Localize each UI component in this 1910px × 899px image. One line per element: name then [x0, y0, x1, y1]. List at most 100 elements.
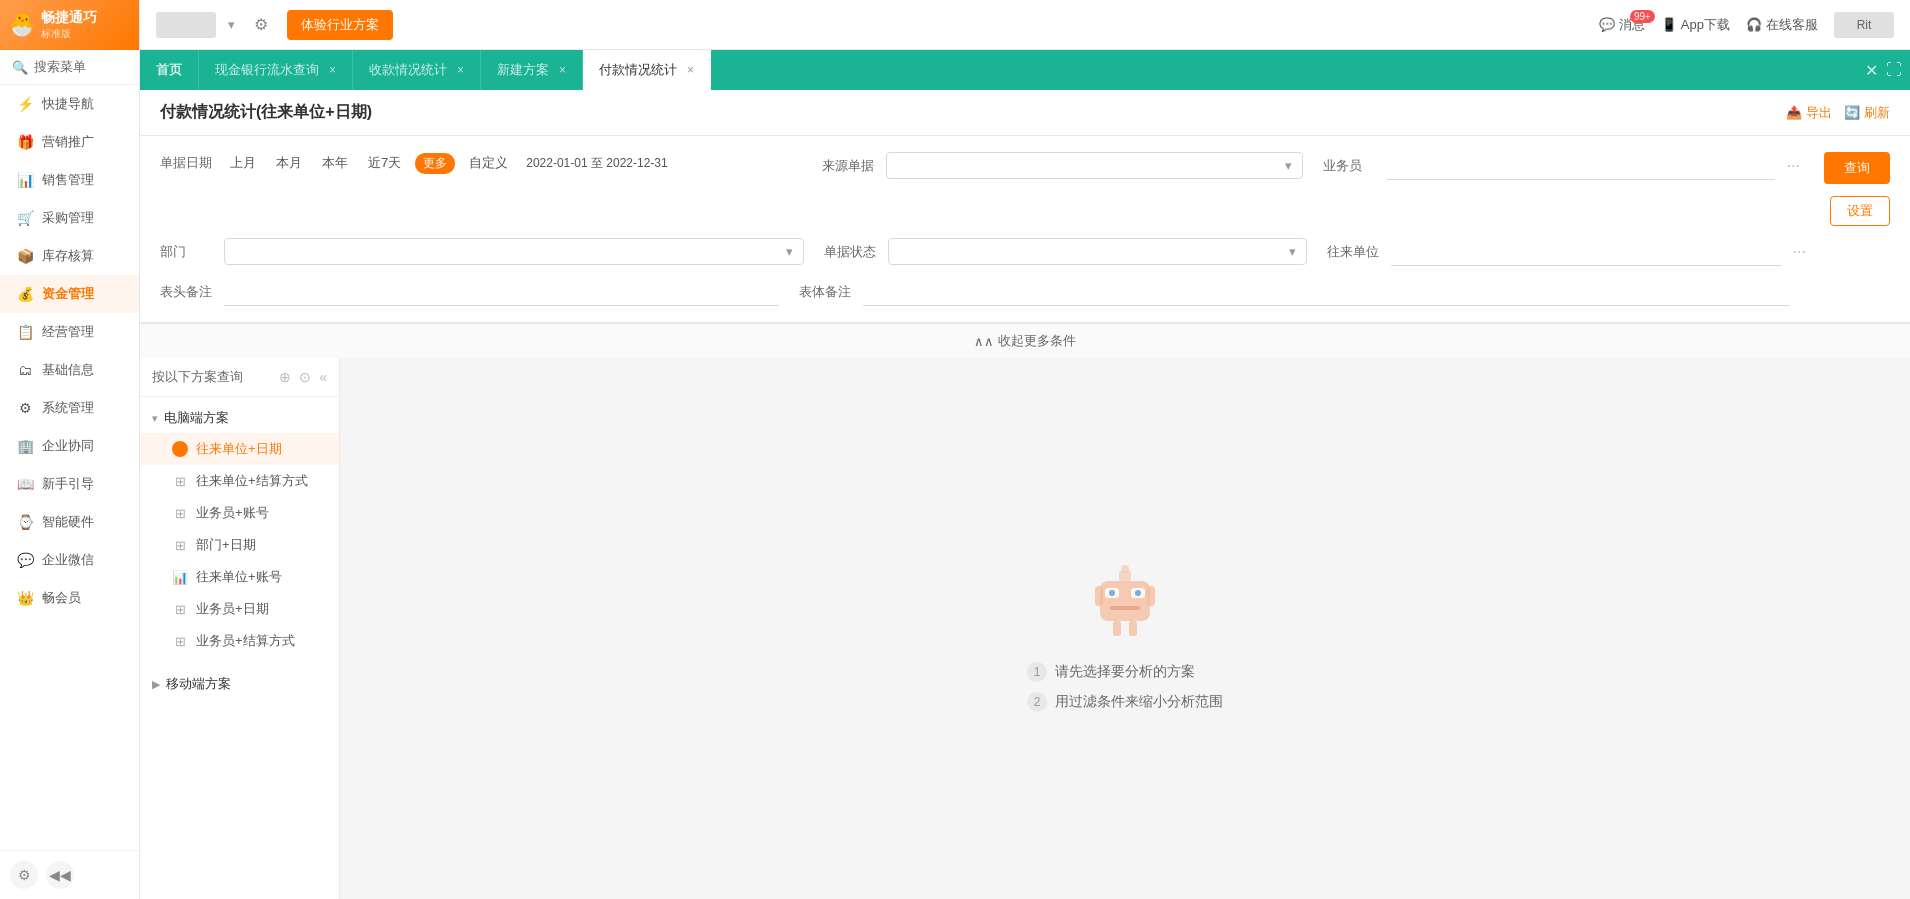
sidebar-item-quick-nav[interactable]: ⚡ 快捷导航	[0, 85, 139, 123]
partner-label: 往来单位	[1327, 243, 1383, 261]
date-opt-custom[interactable]: 自定义	[463, 152, 514, 174]
sidebar-item-label: 快捷导航	[42, 95, 94, 113]
scheme-staff-settlement[interactable]: ⊞ 业务员+结算方式	[140, 625, 339, 657]
empty-state: 1 请先选择要分析的方案 2 用过滤条件来缩小分析范围	[1027, 546, 1223, 712]
tip-text-2: 用过滤条件来缩小分析范围	[1055, 693, 1223, 711]
query-button[interactable]: 查询	[1824, 152, 1890, 184]
sidebar-item-member[interactable]: 👑 畅会员	[0, 579, 139, 617]
tab-receive-close[interactable]: ×	[457, 63, 464, 77]
sidebar-item-sales[interactable]: 📊 销售管理	[0, 161, 139, 199]
tab-payment-close[interactable]: ×	[687, 63, 694, 77]
message-badge: 99+	[1630, 10, 1655, 23]
date-opt-this-year[interactable]: 本年	[316, 152, 354, 174]
scheme-partner-settlement[interactable]: ⊞ 往来单位+结算方式	[140, 465, 339, 497]
purchase-icon: 🛒	[16, 209, 34, 227]
filter-doc-status: 单据状态 ▾	[824, 238, 1307, 265]
refresh-button[interactable]: 🔄 刷新	[1844, 104, 1890, 122]
scheme-settings-button[interactable]: ⊙	[299, 369, 311, 385]
tab-receive[interactable]: 收款情况统计 ×	[353, 50, 481, 90]
marketing-icon: 🎁	[16, 133, 34, 151]
topbar: ▾ ⚙ 体验行业方案 💬 消息 99+ 📱 App下载 🎧 在线客服 Rit	[140, 0, 1910, 50]
setting-button[interactable]: 设置	[1830, 196, 1890, 226]
inventory-icon: 📦	[16, 247, 34, 265]
message-button[interactable]: 💬 消息 99+	[1599, 16, 1645, 34]
tip-num-2: 2	[1027, 692, 1047, 712]
partner-dots-button[interactable]: ···	[1789, 243, 1810, 261]
doc-status-label: 单据状态	[824, 243, 880, 261]
svg-rect-5	[1147, 586, 1155, 606]
page-header: 付款情况统计(往来单位+日期) 📤 导出 🔄 刷新	[140, 90, 1910, 136]
tab-new-plan-close[interactable]: ×	[559, 63, 566, 77]
mobile-scheme-group-header[interactable]: ▶ 移动端方案	[140, 669, 339, 699]
sidebar-item-basic-info[interactable]: 🗂 基础信息	[0, 351, 139, 389]
sidebar-item-label: 营销推广	[42, 133, 94, 151]
tab-payment[interactable]: 付款情况统计 ×	[583, 50, 711, 90]
user-avatar[interactable]: Rit	[1834, 12, 1894, 38]
sidebar-collapse-button[interactable]: ◀◀	[46, 861, 74, 889]
dept-select[interactable]: ▾	[224, 238, 804, 265]
sidebar-item-label: 企业微信	[42, 551, 94, 569]
sidebar-item-operations[interactable]: 📋 经营管理	[0, 313, 139, 351]
sidebar-item-system[interactable]: ⚙ 系统管理	[0, 389, 139, 427]
pc-group-arrow: ▾	[152, 412, 158, 425]
source-select[interactable]: ▾	[886, 152, 1303, 179]
sidebar-item-enterprise[interactable]: 🏢 企业协同	[0, 427, 139, 465]
scheme-staff-account[interactable]: ⊞ 业务员+账号	[140, 497, 339, 529]
content-wrapper: 付款情况统计(往来单位+日期) 📤 导出 🔄 刷新 单据日期 上月	[140, 90, 1910, 899]
filter-row-1: 单据日期 上月 本月 本年 近7天 更多 自定义 2022-01-01 至 20…	[160, 152, 1890, 226]
date-opt-this-month[interactable]: 本月	[270, 152, 308, 174]
sidebar-item-purchase[interactable]: 🛒 采购管理	[0, 199, 139, 237]
collapse-panel-button[interactable]: «	[319, 369, 327, 385]
sidebar-settings-button[interactable]: ⚙	[10, 861, 38, 889]
table-body-note-input[interactable]	[863, 278, 1790, 306]
filter-row-2: 部门 ▾ 单据状态 ▾ 往来单位	[160, 238, 1890, 266]
date-opt-last-month[interactable]: 上月	[224, 152, 262, 174]
scheme-table-icon: ⊞	[172, 601, 188, 617]
date-opt-last-7days[interactable]: 近7天	[362, 152, 407, 174]
scheme-table-icon: ⊞	[172, 473, 188, 489]
date-opt-more[interactable]: 更多	[415, 153, 455, 174]
tab-cashflow[interactable]: 现金银行流水查询 ×	[199, 50, 353, 90]
scheme-dept-date[interactable]: ⊞ 部门+日期	[140, 529, 339, 561]
staff-dots-button[interactable]: ···	[1783, 157, 1804, 175]
add-scheme-button[interactable]: ⊕	[279, 369, 291, 385]
scheme-label: 往来单位+日期	[196, 440, 282, 458]
tab-home[interactable]: 首页	[140, 50, 199, 90]
pc-scheme-group-header[interactable]: ▾ 电脑端方案	[140, 403, 339, 433]
tab-expand-button[interactable]: ⛶	[1886, 61, 1902, 79]
export-icon: 📤	[1786, 105, 1802, 120]
sidebar-item-guide[interactable]: 📖 新手引导	[0, 465, 139, 503]
sidebar-item-wechat[interactable]: 💬 企业微信	[0, 541, 139, 579]
tab-cashflow-close[interactable]: ×	[329, 63, 336, 77]
table-header-note-input[interactable]	[224, 278, 779, 306]
sidebar-item-capital[interactable]: 💰 资金管理	[0, 275, 139, 313]
main-area: ▾ ⚙ 体验行业方案 💬 消息 99+ 📱 App下载 🎧 在线客服 Rit	[140, 0, 1910, 899]
tab-close-all-button[interactable]: ✕	[1865, 61, 1878, 80]
scheme-partner-date[interactable]: 往来单位+日期	[140, 433, 339, 465]
partner-input[interactable]	[1391, 238, 1781, 266]
app-download-button[interactable]: 📱 App下载	[1661, 16, 1730, 34]
staff-input[interactable]	[1387, 152, 1775, 180]
refresh-icon: 🔄	[1844, 105, 1860, 120]
sidebar-item-hardware[interactable]: ⌚ 智能硬件	[0, 503, 139, 541]
service-button[interactable]: 🎧 在线客服	[1746, 16, 1818, 34]
doc-status-select[interactable]: ▾	[888, 238, 1307, 265]
topbar-gear-button[interactable]: ⚙	[247, 11, 275, 39]
scheme-staff-date[interactable]: ⊞ 业务员+日期	[140, 593, 339, 625]
sidebar-item-inventory[interactable]: 📦 库存核算	[0, 237, 139, 275]
topbar-right: 💬 消息 99+ 📱 App下载 🎧 在线客服 Rit	[1599, 12, 1894, 38]
scheme-partner-account[interactable]: 📊 往来单位+账号	[140, 561, 339, 593]
sidebar-logo-text: 畅捷通巧	[41, 9, 97, 27]
empty-tips: 1 请先选择要分析的方案 2 用过滤条件来缩小分析范围	[1027, 662, 1223, 712]
export-button[interactable]: 📤 导出	[1786, 104, 1832, 122]
sidebar-footer: ⚙ ◀◀	[0, 850, 139, 899]
collapse-button[interactable]: ∧∧ 收起更多条件	[140, 323, 1910, 358]
svg-rect-0	[1100, 581, 1150, 621]
tab-new-plan[interactable]: 新建方案 ×	[481, 50, 583, 90]
gear-icon: ⚙	[254, 15, 268, 34]
sidebar-item-marketing[interactable]: 🎁 营销推广	[0, 123, 139, 161]
topbar-dropdown-arrow[interactable]: ▾	[228, 17, 235, 32]
left-panel-title: 按以下方案查询	[152, 368, 243, 386]
sidebar-search[interactable]: 🔍 搜索菜单	[0, 50, 139, 85]
trial-button[interactable]: 体验行业方案	[287, 10, 393, 40]
